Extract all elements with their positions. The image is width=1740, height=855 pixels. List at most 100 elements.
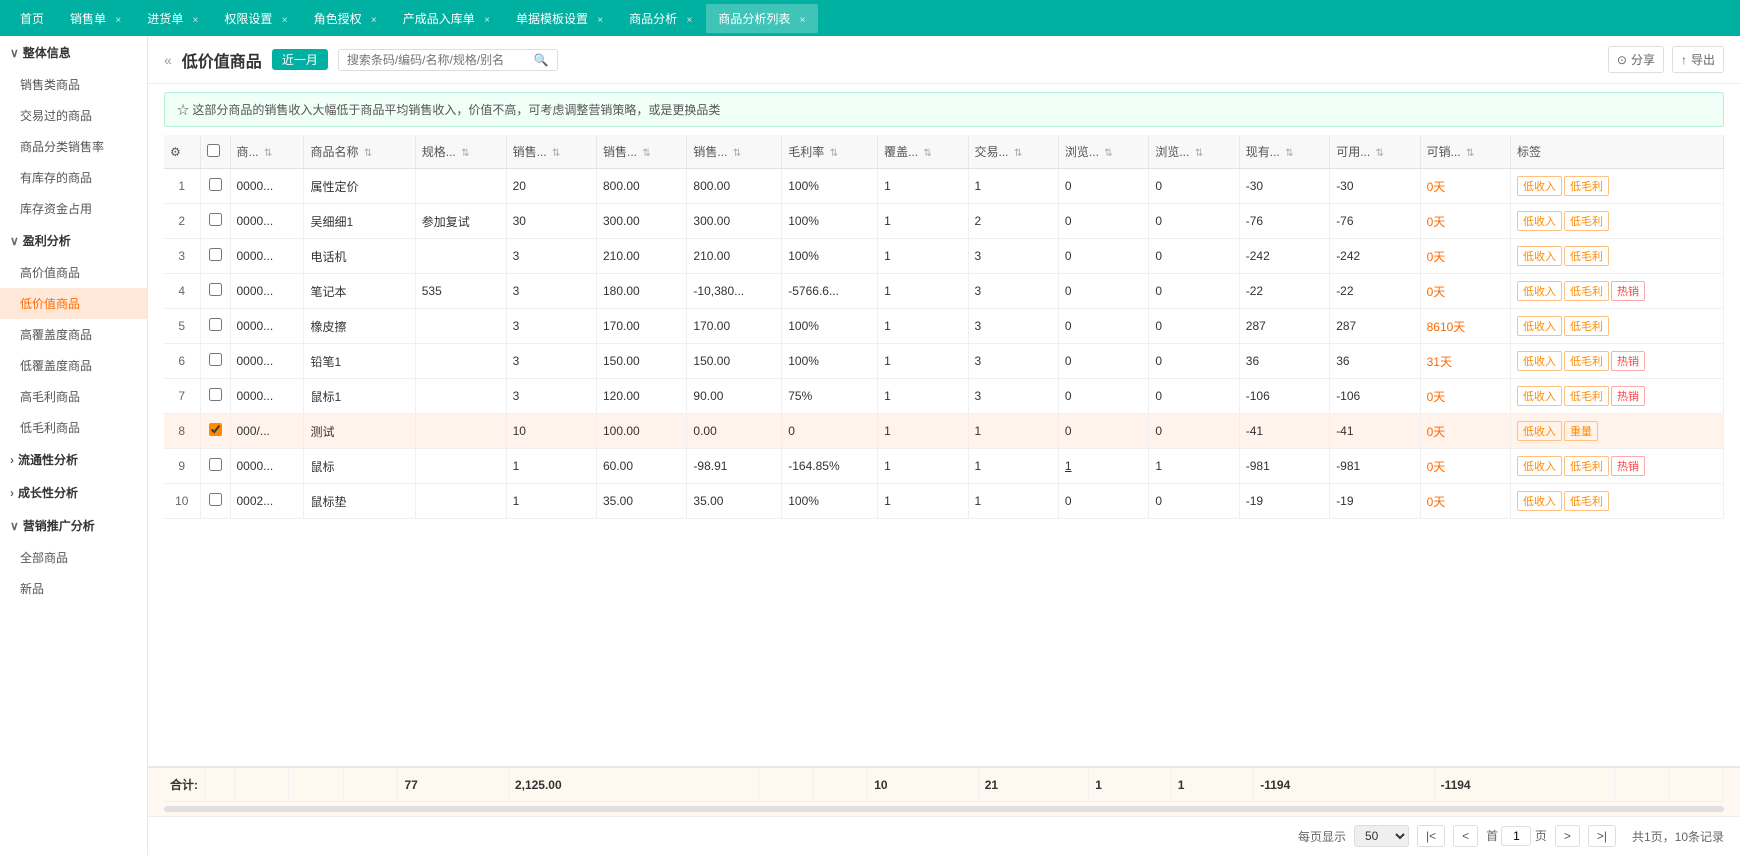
col-days[interactable]: 可销... ⇅ [1420,135,1510,169]
row-checkbox[interactable] [209,353,222,366]
last-page-btn[interactable]: >| [1588,825,1616,847]
filter-tag-recent-month[interactable]: 近一月 [272,49,328,70]
row-num: 3 [164,239,200,274]
row-checkbox[interactable] [209,458,222,471]
total-cov: 10 [868,768,978,802]
next-page-btn[interactable]: > [1555,825,1580,847]
nav-role-close[interactable]: × [371,15,377,26]
col-name[interactable]: 商品名称 ⇅ [304,135,415,169]
row-trade: 1 [968,449,1058,484]
section-arrow-marketing: ∨ [10,519,19,533]
col-stock1[interactable]: 现有... ⇅ [1239,135,1329,169]
nav-permissions[interactable]: 权限设置 × [212,4,299,33]
row-checkbox[interactable] [209,388,222,401]
sidebar-section-marketing[interactable]: ∨ 营销推广分析 [0,509,147,542]
col-code[interactable]: 商... ⇅ [230,135,304,169]
col-s2[interactable]: 销售... ⇅ [597,135,687,169]
nav-product-storage-close[interactable]: × [484,15,490,26]
search-icon[interactable]: 🔍 [534,53,549,67]
row-checkbox-cell [200,344,230,379]
sidebar-item-high-coverage[interactable]: 高覆盖度商品 [0,319,147,350]
col-tags[interactable]: 标签 [1511,135,1724,169]
sidebar-item-low-margin[interactable]: 低毛利商品 [0,412,147,443]
content-header: « 低价值商品 近一月 🔍 ⊙ 分享 ↑ 导出 [148,36,1740,84]
nav-permissions-close[interactable]: × [282,15,288,26]
sidebar-item-all-goods[interactable]: 全部商品 [0,542,147,573]
collapse-sidebar-btn[interactable]: « [164,52,172,68]
row-checkbox[interactable] [209,423,222,436]
row-checkbox[interactable] [209,178,222,191]
nav-goods-analysis-list[interactable]: 商品分析列表 × [706,4,817,33]
row-tags: 低收入低毛利 [1511,204,1724,239]
export-button[interactable]: ↑ 导出 [1672,46,1724,73]
total-records: 共1页，10条记录 [1632,828,1724,845]
search-input[interactable] [347,53,530,67]
row-checkbox[interactable] [209,493,222,506]
col-browse2[interactable]: 浏览... ⇅ [1149,135,1239,169]
row-stock2: 287 [1330,309,1420,344]
row-margin: 100% [782,309,878,344]
row-checkbox[interactable] [209,248,222,261]
row-browse2: 0 [1149,414,1239,449]
sidebar-item-stock-capital[interactable]: 库存资金占用 [0,193,147,224]
row-s2: 120.00 [597,379,687,414]
nav-purchase[interactable]: 进货单 × [135,4,210,33]
nav-goods-analysis-close[interactable]: × [686,15,692,26]
sidebar-section-profit[interactable]: ∨ 盈利分析 [0,224,147,257]
nav-goods-analysis[interactable]: 商品分析 × [617,4,704,33]
row-s3: 150.00 [687,344,782,379]
tag-low-income: 低收入 [1517,421,1562,441]
sidebar-section-overall[interactable]: ∨ 整体信息 [0,36,147,69]
browse-link[interactable]: 1 [1065,459,1072,473]
sidebar-item-high-value[interactable]: 高价值商品 [0,257,147,288]
horizontal-scrollbar[interactable] [164,806,1724,812]
sidebar-item-low-value[interactable]: 低价值商品 [0,288,147,319]
first-page-btn[interactable]: |< [1417,825,1445,847]
row-checkbox[interactable] [209,213,222,226]
col-margin[interactable]: 毛利率 ⇅ [782,135,878,169]
select-all-checkbox[interactable] [207,144,220,157]
nav-role-auth[interactable]: 角色授权 × [302,4,389,33]
row-coverage: 1 [878,484,968,519]
row-checkbox[interactable] [209,283,222,296]
sidebar-item-sales-goods[interactable]: 销售类商品 [0,69,147,100]
row-checkbox[interactable] [209,318,222,331]
nav-template[interactable]: 单据模板设置 × [504,4,615,33]
page-number-input[interactable] [1501,826,1531,846]
sidebar-item-high-margin[interactable]: 高毛利商品 [0,381,147,412]
row-spec [415,309,506,344]
col-trade[interactable]: 交易... ⇅ [968,135,1058,169]
nav-goods-list-close[interactable]: × [800,15,806,26]
table-container[interactable]: ⚙ 商... ⇅ 商品名称 ⇅ 规格... ⇅ 销售... ⇅ 销售... ⇅ … [148,135,1740,766]
sidebar-item-traded-goods[interactable]: 交易过的商品 [0,100,147,131]
col-settings[interactable]: ⚙ [164,135,200,169]
col-coverage[interactable]: 覆盖... ⇅ [878,135,968,169]
per-page-select[interactable]: 50 20 100 [1354,825,1409,847]
sidebar-item-category-sales[interactable]: 商品分类销售率 [0,131,147,162]
nav-sales[interactable]: 销售单 × [58,4,133,33]
col-spec[interactable]: 规格... ⇅ [415,135,506,169]
sidebar-item-new-goods[interactable]: 新品 [0,573,147,604]
row-tags: 低收入低毛利 [1511,484,1724,519]
share-button[interactable]: ⊙ 分享 [1608,46,1664,73]
sidebar-section-circulation[interactable]: › 流通性分析 [0,443,147,476]
tag-low-income: 低收入 [1517,456,1562,476]
nav-sales-close[interactable]: × [115,15,121,26]
sidebar-item-stocked-goods[interactable]: 有库存的商品 [0,162,147,193]
row-s2: 100.00 [597,414,687,449]
row-s1: 1 [506,484,596,519]
col-browse1[interactable]: 浏览... ⇅ [1058,135,1148,169]
col-s3[interactable]: 销售... ⇅ [687,135,782,169]
col-stock2[interactable]: 可用... ⇅ [1330,135,1420,169]
nav-template-close[interactable]: × [597,15,603,26]
prev-page-btn[interactable]: < [1453,825,1478,847]
nav-product-storage[interactable]: 产成品入库单 × [391,4,502,33]
sidebar-section-growth[interactable]: › 成长性分析 [0,476,147,509]
nav-home[interactable]: 首页 [8,4,56,33]
browse-val: 0 [1065,284,1072,298]
main-layout: ∨ 整体信息 销售类商品 交易过的商品 商品分类销售率 有库存的商品 库存资金占… [0,36,1740,855]
sidebar-item-low-coverage[interactable]: 低覆盖度商品 [0,350,147,381]
col-s1[interactable]: 销售... ⇅ [506,135,596,169]
totals-table: 合计: 77 2,125.00 10 21 1 1 -1194 [164,768,1724,802]
nav-purchase-close[interactable]: × [193,15,199,26]
